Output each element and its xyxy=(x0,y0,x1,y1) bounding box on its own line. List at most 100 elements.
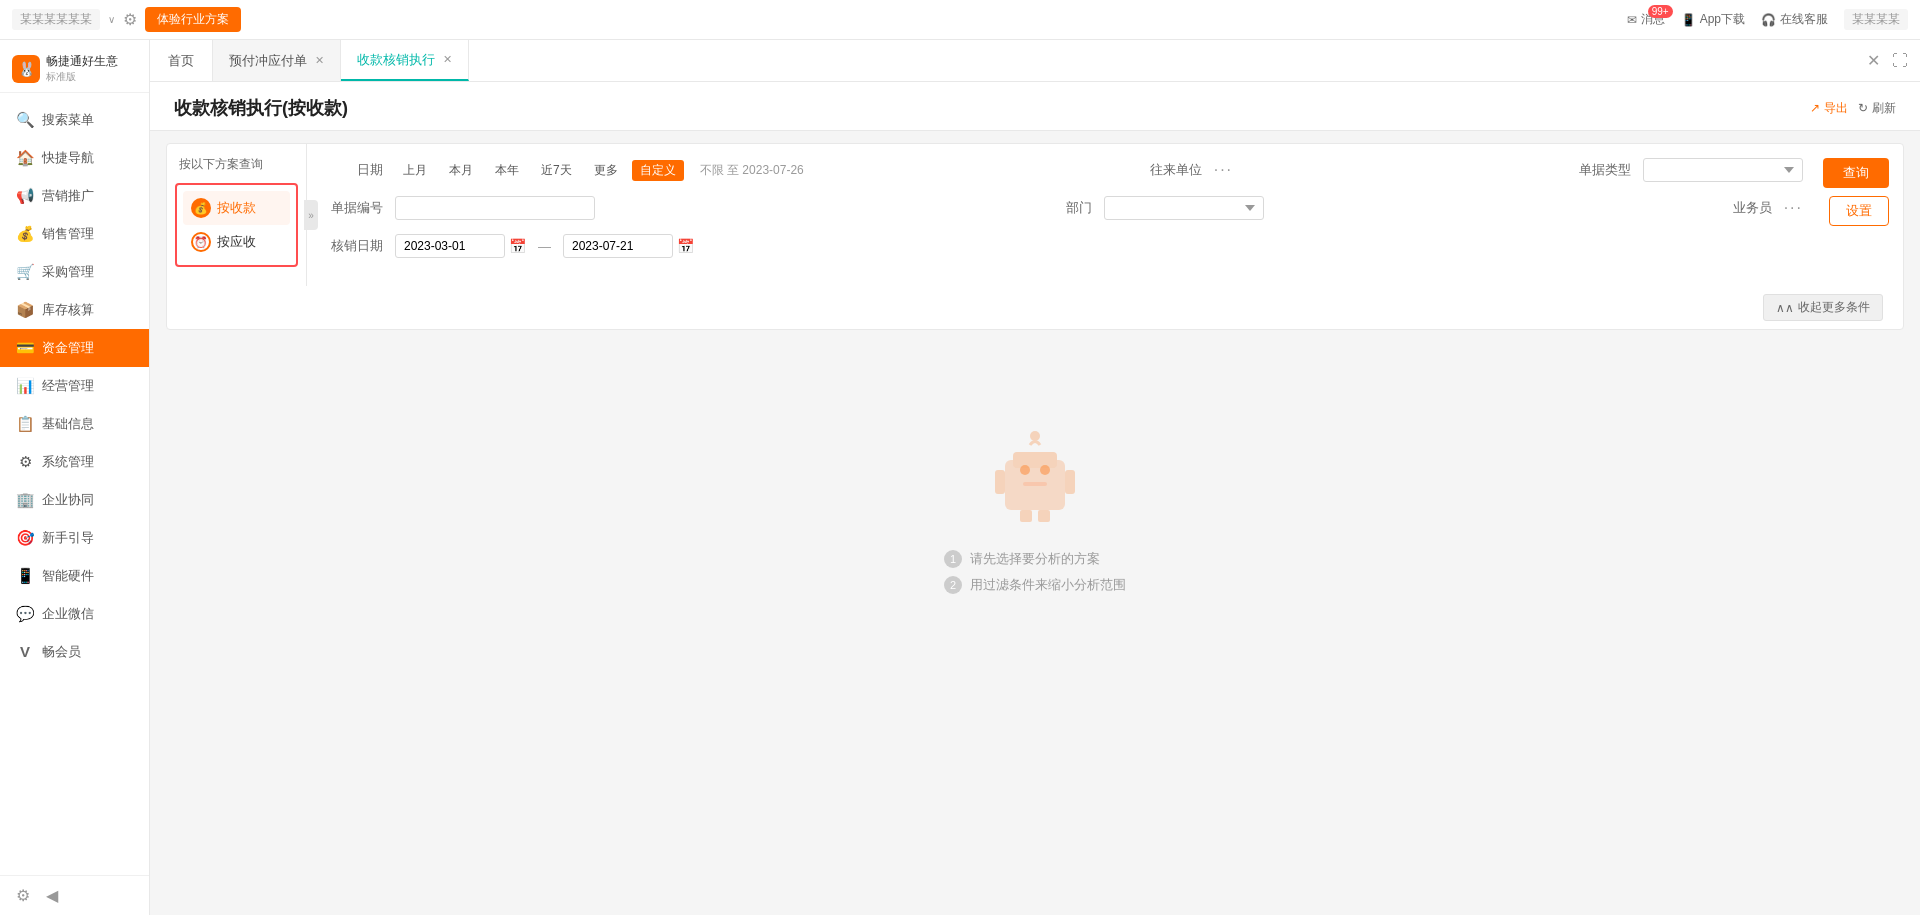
date-btn-custom[interactable]: 自定义 xyxy=(632,160,684,181)
sidebar-item-wechat[interactable]: 💬 企业微信 xyxy=(0,595,149,633)
member-icon: V xyxy=(16,643,34,660)
sidebar-item-system[interactable]: ⚙ 系统管理 xyxy=(0,443,149,481)
doc-type-select[interactable] xyxy=(1643,158,1803,182)
refresh-button[interactable]: ↻ 刷新 xyxy=(1858,100,1896,117)
verify-date-from-input[interactable] xyxy=(395,234,505,258)
message-badge: 99+ xyxy=(1648,5,1673,18)
filter-collapse-button[interactable]: » xyxy=(304,200,318,230)
filter-option-receivable-label: 按应收 xyxy=(217,233,256,251)
date-btn-this-year[interactable]: 本年 xyxy=(487,160,527,181)
home-icon: 🏠 xyxy=(16,149,34,167)
svg-point-3 xyxy=(1040,465,1050,475)
export-button[interactable]: ↗ 导出 xyxy=(1810,100,1848,117)
tab-home-label: 首页 xyxy=(168,52,194,70)
tab-collect-close[interactable]: ✕ xyxy=(443,53,452,66)
app-icon: 📱 xyxy=(1681,13,1696,27)
collapse-icon[interactable]: ◀ xyxy=(46,886,58,905)
cal-to-icon[interactable]: 📅 xyxy=(677,238,694,254)
tab-bar: 首页 预付冲应付单 ✕ 收款核销执行 ✕ ✕ ⛶ xyxy=(150,40,1920,82)
tip-num-2: 2 xyxy=(944,576,962,594)
query-button[interactable]: 查询 xyxy=(1823,158,1889,188)
wechat-icon: 💬 xyxy=(16,605,34,623)
sidebar-item-marketing[interactable]: 📢 营销推广 xyxy=(0,177,149,215)
filter-options-box: 💰 按收款 ⏰ 按应收 xyxy=(175,183,298,267)
svg-rect-8 xyxy=(1038,510,1050,522)
message-button[interactable]: ✉ 消息 99+ xyxy=(1627,11,1665,28)
filter-row-3: 核销日期 📅 — 📅 xyxy=(327,234,1803,258)
sidebar-item-sales-label: 销售管理 xyxy=(42,225,94,243)
sidebar-item-purchase[interactable]: 🛒 采购管理 xyxy=(0,253,149,291)
tab-prepay-label: 预付冲应付单 xyxy=(229,52,307,70)
sales-icon: 💰 xyxy=(16,225,34,243)
tab-prepay-close[interactable]: ✕ xyxy=(315,54,324,67)
top-bar-right: ✉ 消息 99+ 📱 App下载 🎧 在线客服 某某某某 xyxy=(1627,9,1908,30)
cal-from-icon[interactable]: 📅 xyxy=(509,238,526,254)
sidebar-item-finance[interactable]: 💳 资金管理 xyxy=(0,329,149,367)
tab-home[interactable]: 首页 xyxy=(150,40,213,81)
app-download-button[interactable]: 📱 App下载 xyxy=(1681,11,1745,28)
empty-illustration xyxy=(975,410,1095,530)
search-icon: 🔍 xyxy=(16,111,34,129)
sidebar-item-shortcuts[interactable]: 🏠 快捷导航 xyxy=(0,139,149,177)
more-conditions-button[interactable]: ∧∧ 收起更多条件 xyxy=(1763,294,1883,321)
system-icon: ⚙ xyxy=(16,453,34,471)
company-name[interactable]: 某某某某某某 xyxy=(12,9,100,30)
counterpart-dots[interactable]: ··· xyxy=(1214,161,1233,179)
export-label: 导出 xyxy=(1824,100,1848,117)
finance-icon: 💳 xyxy=(16,339,34,357)
sidebar-item-finance-label: 资金管理 xyxy=(42,339,94,357)
industry-button[interactable]: 体验行业方案 xyxy=(145,7,241,32)
filter-sidebar-title: 按以下方案查询 xyxy=(175,156,298,173)
sidebar-item-guide-label: 新手引导 xyxy=(42,529,94,547)
filter-option-by-receivable[interactable]: ⏰ 按应收 xyxy=(183,225,290,259)
svg-rect-6 xyxy=(1065,470,1075,494)
tab-maximize-icon[interactable]: ⛶ xyxy=(1888,48,1912,74)
tip-text-1: 请先选择要分析的方案 xyxy=(970,550,1100,568)
filter-fields: 日期 上月 本月 本年 近7天 更多 自定义 不限 至 2023-07-26 xyxy=(307,144,1823,286)
user-name[interactable]: 某某某某 xyxy=(1844,9,1908,30)
sidebar-item-search[interactable]: 🔍 搜索菜单 xyxy=(0,101,149,139)
chevron-icon[interactable]: ∨ xyxy=(108,14,115,25)
date-btn-last-month[interactable]: 上月 xyxy=(395,160,435,181)
dept-select[interactable] xyxy=(1104,196,1264,220)
tip-text-2: 用过滤条件来缩小分析范围 xyxy=(970,576,1126,594)
empty-state: 1 请先选择要分析的方案 2 用过滤条件来缩小分析范围 xyxy=(150,330,1920,674)
purchase-icon: 🛒 xyxy=(16,263,34,281)
sidebar-item-marketing-label: 营销推广 xyxy=(42,187,94,205)
sidebar-item-guide[interactable]: 🎯 新手引导 xyxy=(0,519,149,557)
verify-date-to-input[interactable] xyxy=(563,234,673,258)
tab-prepay[interactable]: 预付冲应付单 ✕ xyxy=(213,40,341,81)
sidebar-item-basic[interactable]: 📋 基础信息 xyxy=(0,405,149,443)
page-content: 收款核销执行(按收款) ↗ 导出 ↻ 刷新 按以 xyxy=(150,82,1920,915)
doc-number-input[interactable] xyxy=(395,196,595,220)
filter-option-by-receipt[interactable]: 💰 按收款 xyxy=(183,191,290,225)
service-icon: 🎧 xyxy=(1761,13,1776,27)
filter-actions: 查询 设置 xyxy=(1823,144,1903,286)
tab-close-all-icon[interactable]: ✕ xyxy=(1863,47,1884,74)
gear-icon[interactable]: ⚙ xyxy=(123,10,137,29)
operation-icon: 📊 xyxy=(16,377,34,395)
sidebar-item-sales[interactable]: 💰 销售管理 xyxy=(0,215,149,253)
sidebar-item-enterprise[interactable]: 🏢 企业协同 xyxy=(0,481,149,519)
online-service-button[interactable]: 🎧 在线客服 xyxy=(1761,11,1828,28)
date-btn-more[interactable]: 更多 xyxy=(586,160,626,181)
hardware-icon: 📱 xyxy=(16,567,34,585)
tab-collect[interactable]: 收款核销执行 ✕ xyxy=(341,40,469,81)
staff-dots[interactable]: ··· xyxy=(1784,199,1803,217)
filter-layout: 按以下方案查询 💰 按收款 ⏰ 按应收 » xyxy=(167,144,1903,286)
sidebar-item-member[interactable]: V 畅会员 xyxy=(0,633,149,671)
sidebar-logo: 🐰 畅捷通好生意 标准版 xyxy=(0,40,149,93)
sidebar-item-purchase-label: 采购管理 xyxy=(42,263,94,281)
sidebar-item-inventory[interactable]: 📦 库存核算 xyxy=(0,291,149,329)
sidebar-nav: 🔍 搜索菜单 🏠 快捷导航 📢 营销推广 💰 销售管理 🛒 采购管理 📦 xyxy=(0,93,149,875)
empty-tips: 1 请先选择要分析的方案 2 用过滤条件来缩小分析范围 xyxy=(944,550,1126,594)
setting-button[interactable]: 设置 xyxy=(1829,196,1889,226)
sidebar-item-hardware[interactable]: 📱 智能硬件 xyxy=(0,557,149,595)
date-btn-7days[interactable]: 近7天 xyxy=(533,160,580,181)
sidebar-bottom: ⚙ ◀ xyxy=(0,875,149,915)
sidebar-item-operation[interactable]: 📊 经营管理 xyxy=(0,367,149,405)
settings-icon[interactable]: ⚙ xyxy=(16,886,30,905)
main-layout: 🐰 畅捷通好生意 标准版 🔍 搜索菜单 🏠 快捷导航 📢 营销推广 💰 销售管理 xyxy=(0,40,1920,915)
date-btn-this-month[interactable]: 本月 xyxy=(441,160,481,181)
top-bar-left: 某某某某某某 ∨ ⚙ 体验行业方案 xyxy=(12,7,1617,32)
